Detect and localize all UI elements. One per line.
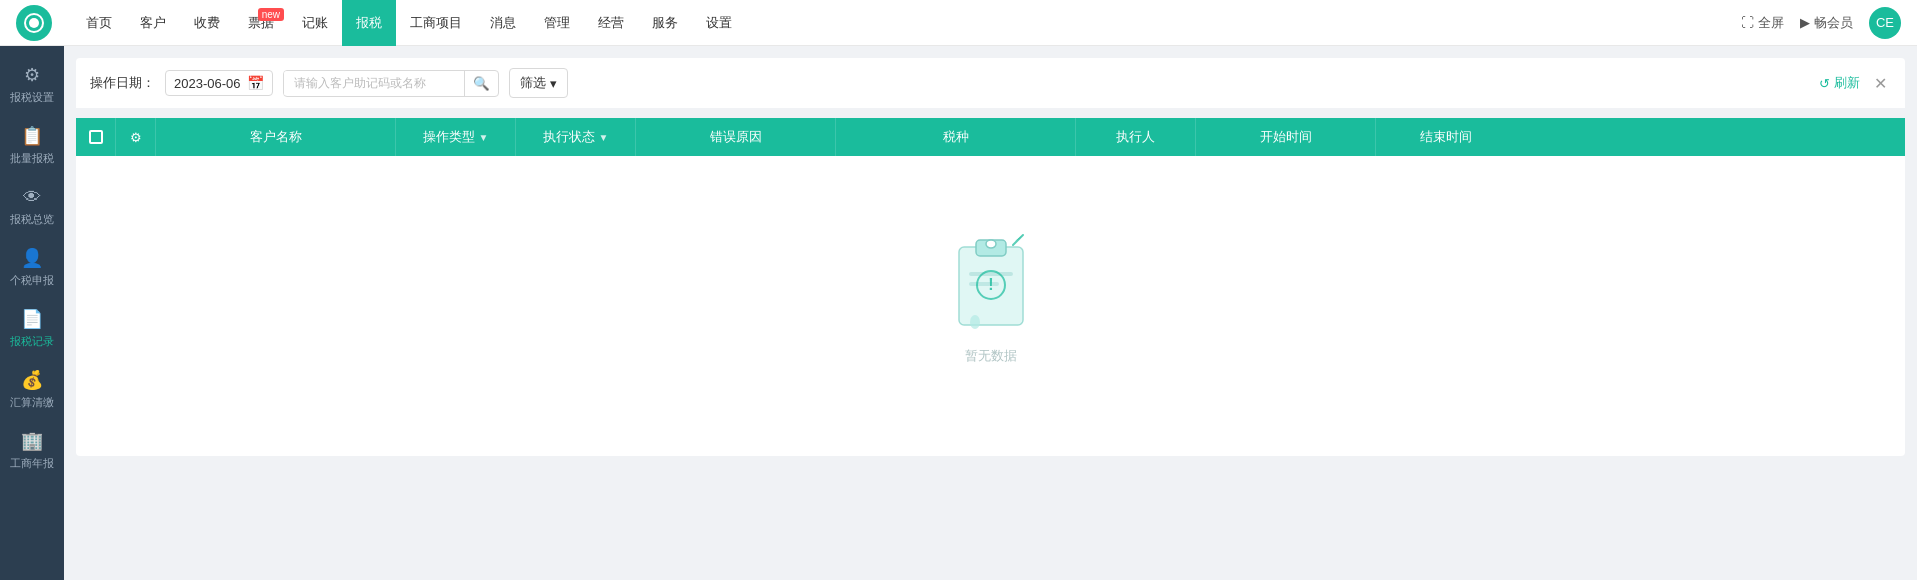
play-icon: ▶: [1800, 15, 1810, 30]
refresh-icon: ↺: [1819, 76, 1830, 91]
operation-type-sort-icon[interactable]: ▼: [479, 132, 489, 143]
date-picker[interactable]: 2023-06-06 📅: [165, 70, 273, 96]
data-table: ⚙ 客户名称 操作类型 ▼ 执行状态 ▼ 错误原因 税种: [76, 118, 1905, 456]
nav-menu: 首页客户收费票据new记账报税工商项目消息管理经营服务设置: [72, 0, 1741, 46]
nav-item-客户[interactable]: 客户: [126, 0, 180, 46]
calendar-icon: 📅: [247, 75, 264, 91]
sidebar-icon-报税总览: 👁: [21, 186, 43, 208]
sidebar-icon-批量报税: 📋: [21, 125, 43, 147]
nav-item-报税[interactable]: 报税: [342, 0, 396, 46]
search-input[interactable]: [284, 71, 464, 95]
error-reason-label: 错误原因: [710, 128, 762, 146]
error-reason-header: 错误原因: [636, 118, 836, 156]
nav-right-area: ⛶ 全屏 ▶ 畅会员 CE: [1741, 7, 1901, 39]
close-button[interactable]: ✕: [1870, 74, 1891, 93]
app-logo[interactable]: [16, 5, 52, 41]
operation-type-label: 操作类型: [423, 128, 475, 146]
exec-status-label: 执行状态: [543, 128, 595, 146]
executor-label: 执行人: [1116, 128, 1155, 146]
sidebar-item-报税设置[interactable]: ⚙ 报税设置: [0, 54, 64, 115]
settings-icon[interactable]: ⚙: [130, 130, 142, 145]
sidebar-icon-报税记录: 📄: [21, 308, 43, 330]
search-button[interactable]: 🔍: [464, 71, 498, 96]
tax-type-label: 税种: [943, 128, 969, 146]
sidebar: ⚙ 报税设置 📋 批量报税 👁 报税总览 👤 个税申报 📄 报税记录 💰 汇算清缴 🏢 工商年报: [0, 46, 64, 580]
tax-type-header: 税种: [836, 118, 1076, 156]
end-time-header: 结束时间: [1376, 118, 1516, 156]
nav-item-管理[interactable]: 管理: [530, 0, 584, 46]
sidebar-item-批量报税[interactable]: 📋 批量报税: [0, 115, 64, 176]
sidebar-icon-个税申报: 👤: [21, 247, 43, 269]
client-name-label: 客户名称: [250, 128, 302, 146]
nav-item-消息[interactable]: 消息: [476, 0, 530, 46]
nav-item-服务[interactable]: 服务: [638, 0, 692, 46]
end-time-label: 结束时间: [1420, 128, 1472, 146]
executor-header: 执行人: [1076, 118, 1196, 156]
member-label: 畅会员: [1814, 14, 1853, 32]
start-time-header: 开始时间: [1196, 118, 1376, 156]
member-button[interactable]: ▶ 畅会员: [1800, 14, 1853, 32]
sidebar-item-汇算清缴[interactable]: 💰 汇算清缴: [0, 359, 64, 420]
client-name-header: 客户名称: [156, 118, 396, 156]
nav-item-工商项目[interactable]: 工商项目: [396, 0, 476, 46]
date-value: 2023-06-06: [174, 76, 241, 91]
fullscreen-label: 全屏: [1758, 14, 1784, 32]
sidebar-item-报税总览[interactable]: 👁 报税总览: [0, 176, 64, 237]
start-time-label: 开始时间: [1260, 128, 1312, 146]
user-avatar[interactable]: CE: [1869, 7, 1901, 39]
refresh-button[interactable]: ↺ 刷新: [1819, 74, 1860, 92]
checkbox-column-header: [76, 118, 116, 156]
chevron-down-icon: ▾: [550, 76, 557, 91]
date-label: 操作日期：: [90, 74, 155, 92]
search-box: 🔍: [283, 70, 499, 97]
operation-type-header: 操作类型 ▼: [396, 118, 516, 156]
table-header: ⚙ 客户名称 操作类型 ▼ 执行状态 ▼ 错误原因 税种: [76, 118, 1905, 156]
select-all-checkbox[interactable]: [89, 130, 103, 144]
toolbar: 操作日期： 2023-06-06 📅 🔍 筛选 ▾ ↺ 刷新 ✕: [76, 58, 1905, 108]
sidebar-icon-汇算清缴: 💰: [21, 369, 43, 391]
exec-status-sort-icon[interactable]: ▼: [599, 132, 609, 143]
sidebar-item-工商年报[interactable]: 🏢 工商年报: [0, 420, 64, 481]
sidebar-item-报税记录[interactable]: 📄 报税记录: [0, 298, 64, 359]
avatar-text: CE: [1876, 15, 1894, 30]
filter-button[interactable]: 筛选 ▾: [509, 68, 568, 98]
sidebar-label-报税总览: 报税总览: [10, 212, 54, 227]
nav-item-首页[interactable]: 首页: [72, 0, 126, 46]
settings-column-header: ⚙: [116, 118, 156, 156]
top-navigation: 首页客户收费票据new记账报税工商项目消息管理经营服务设置 ⛶ 全屏 ▶ 畅会员…: [0, 0, 1917, 46]
svg-rect-4: [969, 282, 999, 286]
exec-status-header: 执行状态 ▼: [516, 118, 636, 156]
sidebar-item-个税申报[interactable]: 👤 个税申报: [0, 237, 64, 298]
nav-item-收费[interactable]: 收费: [180, 0, 234, 46]
empty-illustration: !: [941, 227, 1041, 347]
nav-item-设置[interactable]: 设置: [692, 0, 746, 46]
sidebar-icon-工商年报: 🏢: [21, 430, 43, 452]
refresh-label: 刷新: [1834, 74, 1860, 92]
sidebar-label-报税记录: 报税记录: [10, 334, 54, 349]
sidebar-icon-报税设置: ⚙: [21, 64, 43, 86]
sidebar-label-批量报税: 批量报税: [10, 151, 54, 166]
sidebar-label-工商年报: 工商年报: [10, 456, 54, 471]
empty-text: 暂无数据: [965, 347, 1017, 365]
sidebar-label-汇算清缴: 汇算清缴: [10, 395, 54, 410]
content-area: 操作日期： 2023-06-06 📅 🔍 筛选 ▾ ↺ 刷新 ✕: [64, 46, 1917, 580]
nav-item-经营[interactable]: 经营: [584, 0, 638, 46]
nav-item-记账[interactable]: 记账: [288, 0, 342, 46]
filter-label: 筛选: [520, 74, 546, 92]
svg-point-9: [970, 315, 980, 329]
fullscreen-button[interactable]: ⛶ 全屏: [1741, 14, 1784, 32]
fullscreen-icon: ⛶: [1741, 15, 1754, 30]
empty-state: ! 暂无数据: [76, 156, 1905, 456]
main-layout: ⚙ 报税设置 📋 批量报税 👁 报税总览 👤 个税申报 📄 报税记录 💰 汇算清缴 🏢 工商年报 操作日期…: [0, 46, 1917, 580]
svg-text:!: !: [988, 276, 993, 293]
sidebar-label-个税申报: 个税申报: [10, 273, 54, 288]
nav-item-票据[interactable]: 票据new: [234, 0, 288, 46]
sidebar-label-报税设置: 报税设置: [10, 90, 54, 105]
svg-point-2: [986, 240, 996, 248]
